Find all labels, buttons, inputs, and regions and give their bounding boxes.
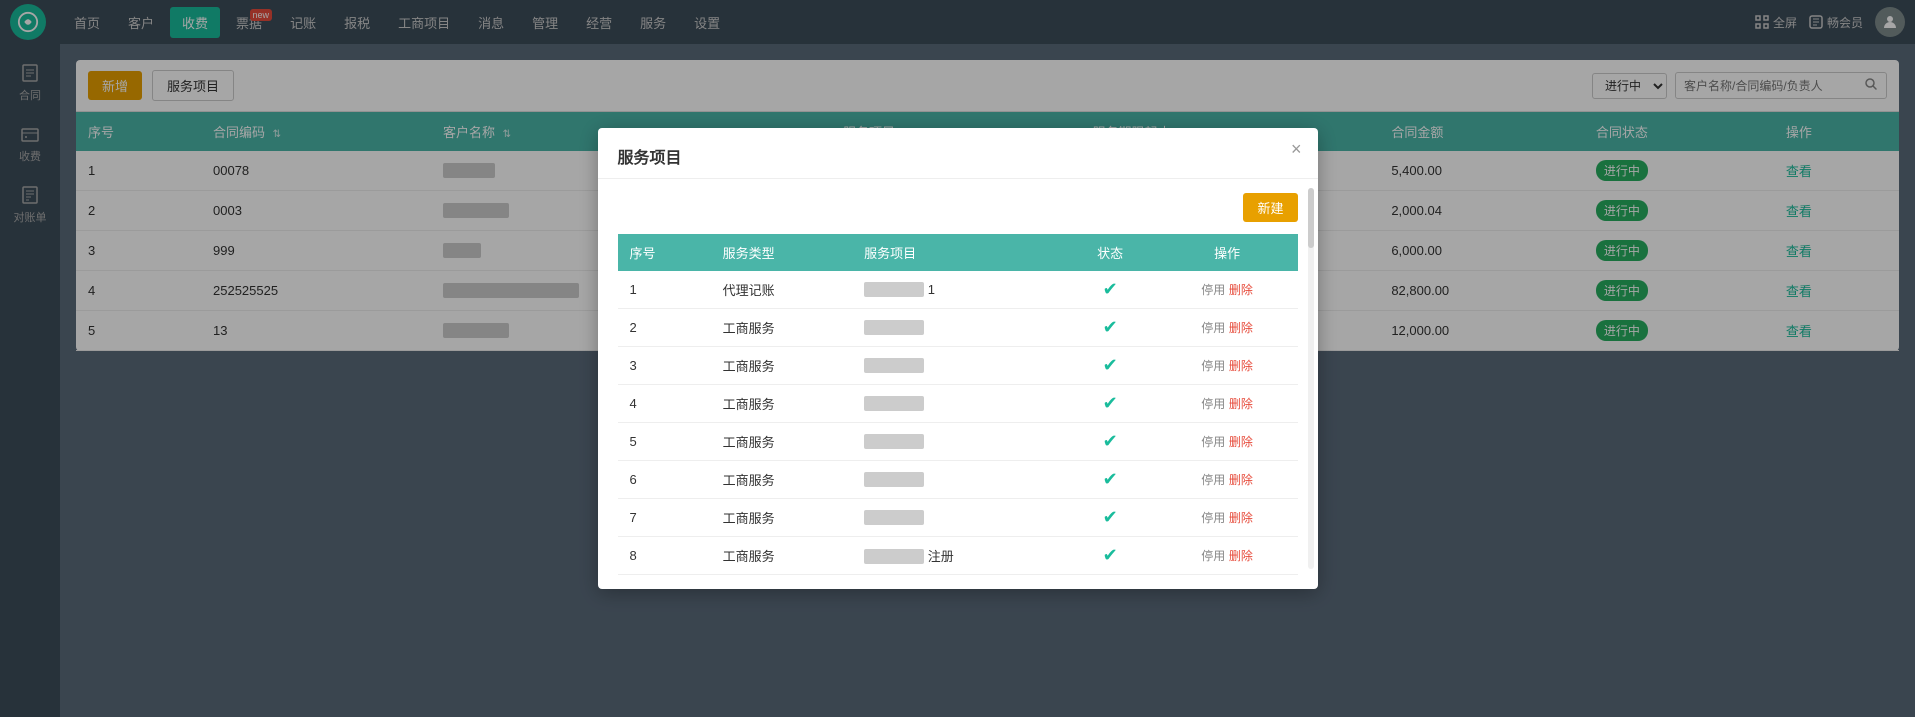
modal-cell-item (852, 499, 1063, 537)
modal-col-seq: 序号 (618, 234, 711, 271)
list-item: 2 工商服务 ✔ 停用 删除 (618, 309, 1298, 347)
modal-cell-seq: 7 (618, 499, 711, 537)
list-item: 5 工商服务 ✔ 停用 删除 (618, 423, 1298, 461)
service-modal: 服务项目 × 新建 序号 服务类型 服务项目 状态 (598, 128, 1318, 589)
modal-title: 服务项目 (618, 144, 682, 168)
modal-cell-ops: 停用 删除 (1157, 347, 1298, 385)
delete-button[interactable]: 删除 (1229, 357, 1253, 374)
modal-cell-type: 工商服务 (711, 309, 852, 347)
modal-cell-status: ✔ (1064, 499, 1157, 537)
main-layout: 合同 收费 对账单 新增 服务项目 进行中 已完成 (0, 44, 1915, 717)
modal-cell-ops: 停用 删除 (1157, 461, 1298, 499)
list-item: 1 代理记账 1 ✔ 停用 删除 (618, 271, 1298, 309)
modal-cell-ops: 停用 删除 (1157, 423, 1298, 461)
modal-cell-status: ✔ (1064, 309, 1157, 347)
modal-cell-ops: 停用 删除 (1157, 385, 1298, 423)
modal-cell-status: ✔ (1064, 385, 1157, 423)
stop-button[interactable]: 停用 (1201, 395, 1225, 412)
modal-cell-type: 工商服务 (711, 423, 852, 461)
modal-cell-type: 工商服务 (711, 499, 852, 537)
modal-overlay[interactable]: 服务项目 × 新建 序号 服务类型 服务项目 状态 (60, 44, 1915, 717)
status-check-icon: ✔ (1103, 507, 1118, 527)
delete-button[interactable]: 删除 (1229, 319, 1253, 336)
modal-cell-seq: 8 (618, 537, 711, 575)
modal-header: 服务项目 × (598, 128, 1318, 179)
modal-scrollbar[interactable] (1308, 188, 1314, 569)
modal-cell-item (852, 423, 1063, 461)
service-table: 序号 服务类型 服务项目 状态 操作 1 代理记账 1 ✔ (618, 234, 1298, 575)
modal-cell-type: 代理记账 (711, 271, 852, 309)
modal-cell-seq: 4 (618, 385, 711, 423)
list-item: 7 工商服务 ✔ 停用 删除 (618, 499, 1298, 537)
stop-button[interactable]: 停用 (1201, 547, 1225, 564)
modal-cell-type: 工商服务 (711, 461, 852, 499)
delete-button[interactable]: 删除 (1229, 509, 1253, 526)
modal-col-status: 状态 (1064, 234, 1157, 271)
new-service-button[interactable]: 新建 (1243, 193, 1297, 222)
status-check-icon: ✔ (1103, 355, 1118, 375)
modal-cell-item (852, 309, 1063, 347)
status-check-icon: ✔ (1103, 545, 1118, 565)
stop-button[interactable]: 停用 (1201, 357, 1225, 374)
content-area: 新增 服务项目 进行中 已完成 已取消 (60, 44, 1915, 717)
modal-col-type: 服务类型 (711, 234, 852, 271)
stop-button[interactable]: 停用 (1201, 509, 1225, 526)
modal-close-button[interactable]: × (1291, 140, 1302, 158)
delete-button[interactable]: 删除 (1229, 281, 1253, 298)
status-check-icon: ✔ (1103, 279, 1118, 299)
modal-cell-status: ✔ (1064, 347, 1157, 385)
delete-button[interactable]: 删除 (1229, 433, 1253, 450)
modal-cell-ops: 停用 删除 (1157, 537, 1298, 575)
modal-col-item: 服务项目 (852, 234, 1063, 271)
list-item: 6 工商服务 ✔ 停用 删除 (618, 461, 1298, 499)
modal-cell-type: 工商服务 (711, 385, 852, 423)
stop-button[interactable]: 停用 (1201, 319, 1225, 336)
modal-cell-type: 工商服务 (711, 537, 852, 575)
modal-cell-type: 工商服务 (711, 347, 852, 385)
modal-cell-ops: 停用 删除 (1157, 271, 1298, 309)
modal-cell-status: ✔ (1064, 271, 1157, 309)
modal-cell-item (852, 347, 1063, 385)
modal-cell-item (852, 385, 1063, 423)
delete-button[interactable]: 删除 (1229, 471, 1253, 488)
modal-col-op: 操作 (1157, 234, 1298, 271)
scrollbar-thumb (1308, 188, 1314, 248)
list-item: 4 工商服务 ✔ 停用 删除 (618, 385, 1298, 423)
modal-cell-item: 注册 (852, 537, 1063, 575)
modal-cell-status: ✔ (1064, 423, 1157, 461)
stop-button[interactable]: 停用 (1201, 281, 1225, 298)
delete-button[interactable]: 删除 (1229, 547, 1253, 564)
modal-cell-seq: 6 (618, 461, 711, 499)
list-item: 8 工商服务 注册 ✔ 停用 删除 (618, 537, 1298, 575)
modal-cell-seq: 5 (618, 423, 711, 461)
modal-cell-item (852, 461, 1063, 499)
modal-body: 新建 序号 服务类型 服务项目 状态 操作 (598, 179, 1318, 589)
modal-cell-ops: 停用 删除 (1157, 309, 1298, 347)
modal-cell-ops: 停用 删除 (1157, 499, 1298, 537)
modal-cell-item: 1 (852, 271, 1063, 309)
modal-cell-seq: 1 (618, 271, 711, 309)
status-check-icon: ✔ (1103, 317, 1118, 337)
modal-cell-status: ✔ (1064, 461, 1157, 499)
modal-toolbar: 新建 (618, 193, 1298, 222)
modal-cell-seq: 3 (618, 347, 711, 385)
stop-button[interactable]: 停用 (1201, 471, 1225, 488)
status-check-icon: ✔ (1103, 431, 1118, 451)
stop-button[interactable]: 停用 (1201, 433, 1225, 450)
status-check-icon: ✔ (1103, 393, 1118, 413)
modal-cell-status: ✔ (1064, 537, 1157, 575)
list-item: 3 工商服务 ✔ 停用 删除 (618, 347, 1298, 385)
delete-button[interactable]: 删除 (1229, 395, 1253, 412)
modal-cell-seq: 2 (618, 309, 711, 347)
status-check-icon: ✔ (1103, 469, 1118, 489)
